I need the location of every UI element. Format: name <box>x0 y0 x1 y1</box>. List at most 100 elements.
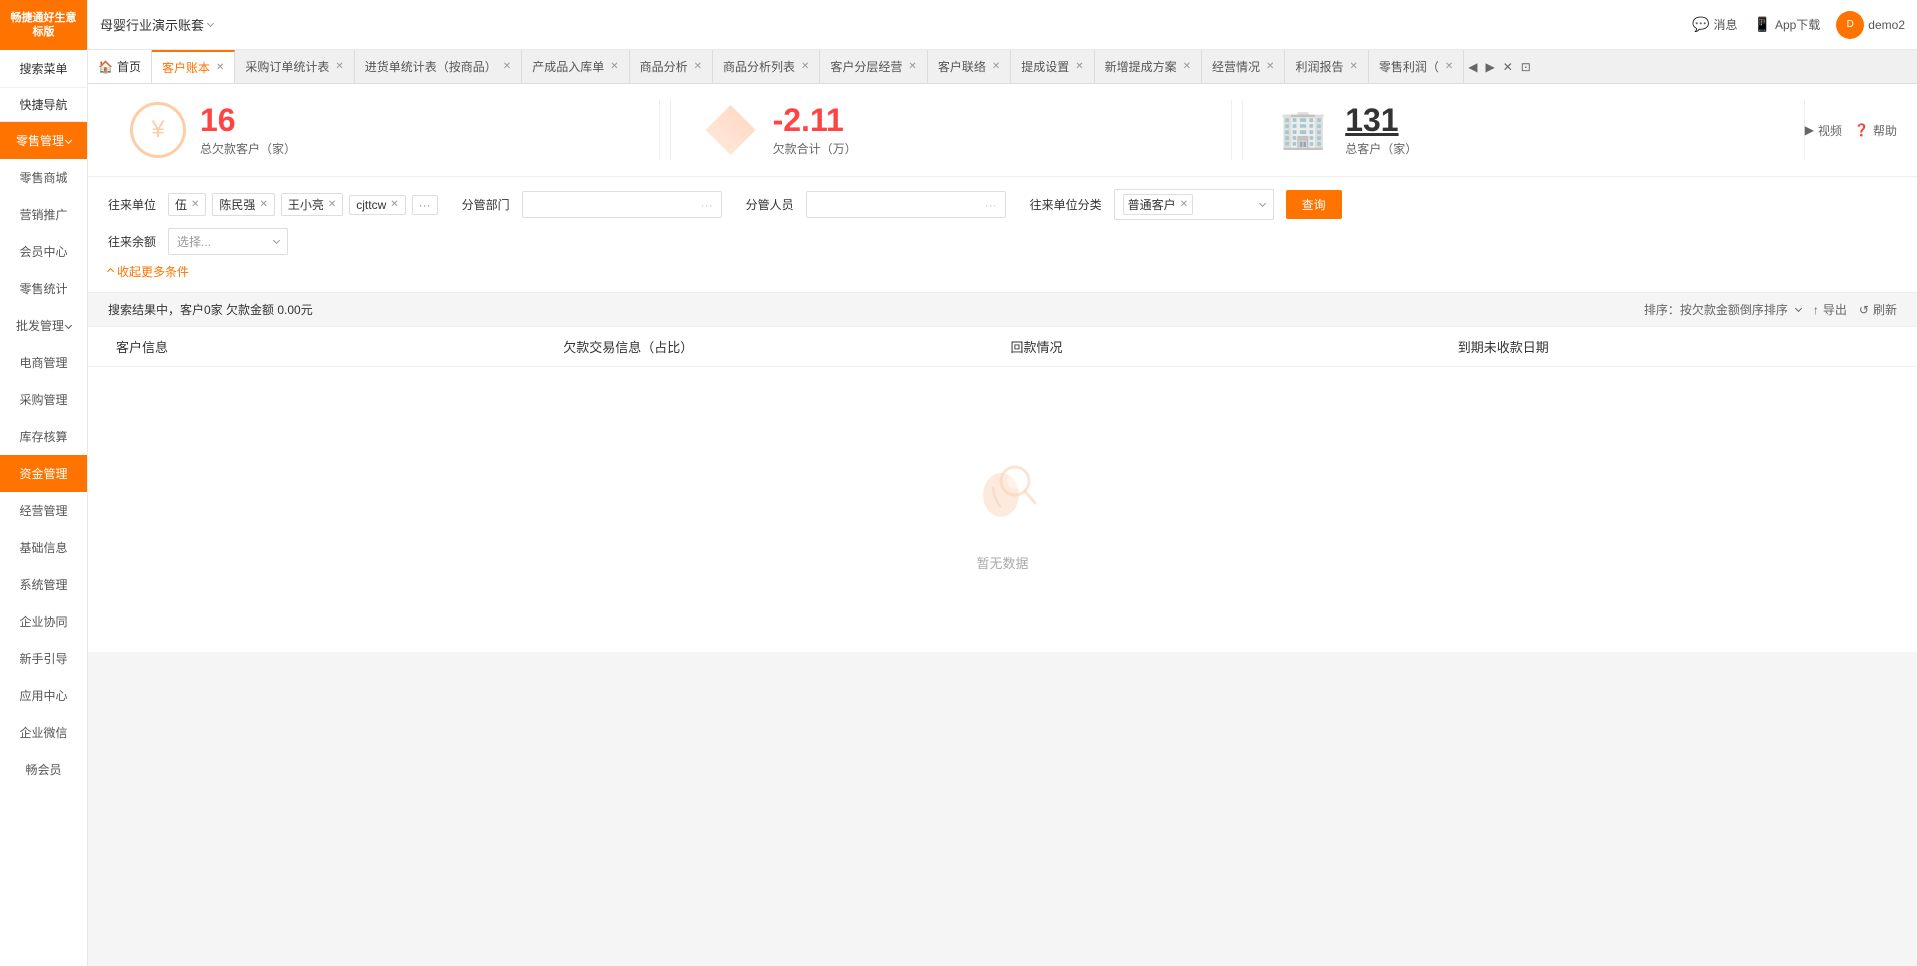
sidebar-item-ecommerce[interactable]: 电商管理 <box>0 344 87 381</box>
sidebar-item-system[interactable]: 系统管理 <box>0 566 87 603</box>
tab-business[interactable]: 经营情况 ✕ <box>1202 50 1285 84</box>
tabs-next[interactable]: ▶ <box>1481 60 1498 74</box>
sidebar-item-wholesale[interactable]: 批发管理 <box>0 307 87 344</box>
filter-tag-chen[interactable]: 陈民强 ✕ <box>212 193 274 216</box>
sidebar-item-finance[interactable]: 资金管理 <box>0 455 87 492</box>
col-debt-info: 欠款交易信息（占比） <box>555 337 1002 356</box>
sidebar-item-purchase[interactable]: 采购管理 <box>0 381 87 418</box>
message-button[interactable]: 💬 消息 <box>1692 16 1737 33</box>
tab-home-label: 首页 <box>117 58 141 75</box>
tab-product-analysis-close[interactable]: ✕ <box>694 61 702 72</box>
sidebar-item-basic-info[interactable]: 基础信息 <box>0 529 87 566</box>
tab-business-close[interactable]: ✕ <box>1266 61 1274 72</box>
dept-select-more: ··· <box>701 198 713 212</box>
sort-selector[interactable]: 排序：按欠款金额倒序排序 <box>1644 301 1801 318</box>
person-select-more: ··· <box>985 198 997 212</box>
tab-finished-goods[interactable]: 产成品入库单 ✕ <box>522 50 629 84</box>
export-label: 导出 <box>1823 301 1847 318</box>
person-select[interactable]: ··· <box>806 191 1006 218</box>
collapse-button[interactable]: 收起更多条件 <box>108 263 189 280</box>
tab-purchase-order[interactable]: 采购订单统计表 ✕ <box>235 50 354 84</box>
tab-customer-tier[interactable]: 客户分层经营 ✕ <box>820 50 927 84</box>
tabs-prev[interactable]: ◀ <box>1464 60 1481 74</box>
tab-new-commission-close[interactable]: ✕ <box>1183 61 1191 72</box>
tab-purchase-stats-close[interactable]: ✕ <box>503 61 511 72</box>
tag-wu-close[interactable]: ✕ <box>191 199 199 210</box>
message-label: 消息 <box>1713 16 1737 33</box>
tab-profit[interactable]: 利润报告 ✕ <box>1285 50 1368 84</box>
export-icon: ↑ <box>1813 303 1819 317</box>
sidebar-item-operation[interactable]: 经营管理 <box>0 492 87 529</box>
help-video-button[interactable]: ▶ 视频 <box>1805 122 1842 139</box>
sidebar-item-search[interactable]: 搜索菜单 <box>0 50 87 88</box>
tab-finished-goods-close[interactable]: ✕ <box>610 61 618 72</box>
tag-cj-close[interactable]: ✕ <box>390 199 398 210</box>
help-text-button[interactable]: ❓ 帮助 <box>1854 122 1897 139</box>
tab-customer-account-close[interactable]: ✕ <box>216 62 224 73</box>
sidebar-item-retail-stats[interactable]: 零售统计 <box>0 270 87 307</box>
tab-customer-account[interactable]: 客户账本 ✕ <box>152 50 235 84</box>
sidebar-item-retail-mall[interactable]: 零售商城 <box>0 159 87 196</box>
tab-commission-label: 提成设置 <box>1021 58 1069 75</box>
empty-icon <box>963 447 1043 541</box>
sidebar-item-quick-nav[interactable]: 快捷导航 <box>0 88 87 122</box>
tab-home[interactable]: 🏠 首页 <box>88 50 152 84</box>
tab-new-commission[interactable]: 新增提成方案 ✕ <box>1095 50 1202 84</box>
unit-class-tag-close[interactable]: ✕ <box>1180 199 1188 210</box>
balance-select[interactable]: 选择... <box>168 228 288 255</box>
user-menu[interactable]: D demo2 <box>1836 11 1905 39</box>
tab-product-list-close[interactable]: ✕ <box>801 61 809 72</box>
tab-commission-close[interactable]: ✕ <box>1075 61 1083 72</box>
tab-retail-profit-close[interactable]: ✕ <box>1445 61 1453 72</box>
filter-tag-cj[interactable]: cjttcw ✕ <box>349 195 405 215</box>
tab-customer-tier-close[interactable]: ✕ <box>908 61 916 72</box>
account-selector[interactable]: 母婴行业演示账套 <box>100 15 213 34</box>
col-customer-info: 客户信息 <box>108 337 555 356</box>
tab-retail-profit[interactable]: 零售利润（ ✕ <box>1369 50 1464 84</box>
message-icon: 💬 <box>1692 16 1709 33</box>
tab-retail-profit-label: 零售利润（ <box>1379 58 1439 75</box>
tab-purchase-stats[interactable]: 进货单统计表（按商品） ✕ <box>355 50 522 84</box>
dept-select[interactable]: ··· <box>522 191 722 218</box>
tag-wang-close[interactable]: ✕ <box>328 199 336 210</box>
refresh-label: 刷新 <box>1873 301 1897 318</box>
tab-product-list[interactable]: 商品分析列表 ✕ <box>713 50 820 84</box>
query-button[interactable]: 查询 <box>1286 190 1342 219</box>
sort-chevron <box>1795 305 1802 312</box>
filter-tag-wu[interactable]: 伍 ✕ <box>168 193 206 216</box>
tab-profit-close[interactable]: ✕ <box>1349 61 1357 72</box>
data-table: 客户信息 欠款交易信息（占比） 回款情况 到期未收款日期 暂无数据 <box>88 327 1917 652</box>
sidebar-item-wechat[interactable]: 企业微信 <box>0 714 87 751</box>
tab-purchase-order-close[interactable]: ✕ <box>335 61 343 72</box>
tabs-expand[interactable]: ⊡ <box>1517 60 1535 74</box>
tab-purchase-stats-label: 进货单统计表（按商品） <box>365 58 497 75</box>
refresh-button[interactable]: ↺ 刷新 <box>1859 301 1897 318</box>
sidebar-item-retail[interactable]: 零售管理 <box>0 122 87 159</box>
collapse-label: 收起更多条件 <box>117 263 189 280</box>
filter-tag-wang[interactable]: 王小亮 ✕ <box>281 193 343 216</box>
app-download-button[interactable]: 📱 App下载 <box>1754 16 1821 33</box>
tab-finished-goods-label: 产成品入库单 <box>532 58 604 75</box>
sidebar-item-app-center[interactable]: 应用中心 <box>0 677 87 714</box>
sidebar-item-member[interactable]: 会员中心 <box>0 233 87 270</box>
stat-debt: -2.11 欠款合计（万） <box>681 100 1233 160</box>
chevron-down-icon-account <box>207 20 214 27</box>
tab-customer-contact[interactable]: 客户联络 ✕ <box>928 50 1011 84</box>
export-button[interactable]: ↑ 导出 <box>1813 301 1847 318</box>
tag-chen-close[interactable]: ✕ <box>259 199 267 210</box>
unit-class-tag[interactable]: 普通客户 ✕ <box>1123 194 1193 215</box>
tab-purchase-order-label: 采购订单统计表 <box>245 58 329 75</box>
filter-row-2: 往来余额 选择... <box>108 228 1897 255</box>
tabs-close-all[interactable]: ✕ <box>1499 60 1517 74</box>
tab-commission[interactable]: 提成设置 ✕ <box>1011 50 1094 84</box>
sidebar-item-vip[interactable]: 畅会员 <box>0 751 87 788</box>
tab-customer-contact-close[interactable]: ✕ <box>992 61 1000 72</box>
sidebar-item-enterprise[interactable]: 企业协同 <box>0 603 87 640</box>
unit-class-select[interactable]: 普通客户 ✕ <box>1114 189 1274 220</box>
sidebar-item-inventory[interactable]: 库存核算 <box>0 418 87 455</box>
sidebar-item-marketing[interactable]: 营销推广 <box>0 196 87 233</box>
sidebar-item-guide[interactable]: 新手引导 <box>0 640 87 677</box>
tab-product-analysis[interactable]: 商品分析 ✕ <box>630 50 713 84</box>
tab-product-analysis-label: 商品分析 <box>640 58 688 75</box>
filter-tag-more[interactable]: ··· <box>412 195 438 215</box>
